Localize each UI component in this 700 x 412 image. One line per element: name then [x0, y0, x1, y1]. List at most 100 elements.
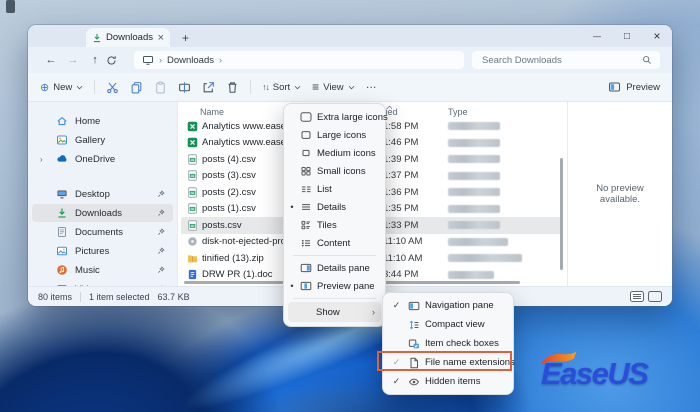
share-button[interactable] — [202, 81, 215, 94]
excel-file-icon — [187, 137, 198, 148]
preview-toggle-button[interactable]: Preview — [608, 81, 660, 93]
rename-button[interactable] — [178, 81, 191, 94]
sort-arrows-icon — [262, 82, 269, 93]
menu-item-label: List — [317, 183, 332, 195]
submenu-item-compact-view[interactable]: Compact view — [386, 315, 510, 334]
minimize-button[interactable] — [582, 25, 612, 47]
menu-item-show[interactable]: Show — [288, 302, 381, 322]
forward-button[interactable] — [62, 54, 84, 66]
menu-item-extra-large-icons[interactable]: Extra large icons — [287, 108, 388, 126]
tab-title: Downloads — [106, 32, 153, 43]
copy-button[interactable] — [130, 81, 143, 94]
back-button[interactable] — [40, 54, 62, 66]
file-name: tinified (13).zip — [202, 252, 264, 264]
sidebar-item-onedrive[interactable]: OneDrive — [32, 150, 173, 168]
sidebar-item-documents[interactable]: Documents — [32, 223, 173, 241]
breadcrumb-downloads[interactable]: Downloads — [167, 55, 214, 66]
view-button[interactable]: View — [312, 80, 354, 94]
details-view-toggle[interactable] — [630, 291, 644, 302]
address-bar[interactable]: Downloads — [134, 51, 464, 69]
sidebar-item-pictures[interactable]: Pictures — [32, 242, 173, 260]
toolbar-divider — [94, 80, 96, 94]
documents-icon — [56, 226, 68, 238]
refresh-button[interactable] — [106, 55, 128, 66]
redacted-type-value — [448, 270, 494, 279]
file-modified: 3:44 PM — [383, 269, 419, 281]
submenu-item-label: Item check boxes — [425, 338, 499, 349]
menu-item-label: Preview pane — [317, 280, 375, 292]
menu-item-details[interactable]: Details — [287, 198, 382, 216]
tab-downloads[interactable]: Downloads — [86, 28, 170, 47]
submenu-item-navigation-pane[interactable]: Navigation pane — [386, 296, 510, 315]
vertical-scrollbar[interactable] — [560, 158, 563, 270]
new-tab-button[interactable] — [182, 28, 189, 47]
doc-file-icon — [187, 269, 198, 280]
csv-file-icon — [187, 187, 198, 198]
sidebar-item-label: Music — [75, 264, 100, 276]
sidebar-item-label: Gallery — [75, 134, 106, 146]
file-modified: 1:35 PM — [383, 203, 419, 215]
redacted-type-value — [448, 254, 522, 263]
submenu-item-hidden-items[interactable]: Hidden items — [386, 372, 510, 391]
search-icon — [642, 55, 652, 65]
menu-item-label: Large icons — [317, 129, 367, 141]
item-check-boxes-icon — [408, 338, 420, 350]
large-thumbnails-view-toggle[interactable] — [648, 291, 662, 302]
sidebar-item-desktop[interactable]: Desktop — [32, 185, 173, 203]
navigation-bar: Downloads — [28, 47, 672, 73]
radio-indicator — [289, 281, 295, 292]
easeus-watermark: EaseUS — [540, 351, 649, 392]
content-icon — [300, 237, 312, 249]
menu-item-tiles[interactable]: Tiles — [287, 216, 382, 234]
redacted-type-value — [448, 204, 500, 213]
menu-item-medium-icons[interactable]: Medium icons — [287, 144, 382, 162]
sidebar-item-gallery[interactable]: Gallery — [32, 131, 173, 149]
maximize-button[interactable] — [612, 25, 642, 47]
csv-file-icon — [187, 154, 198, 165]
sidebar-item-downloads[interactable]: Downloads — [32, 204, 173, 222]
submenu-item-label: Hidden items — [425, 376, 481, 387]
preview-pane-icon — [300, 280, 312, 292]
redacted-type-value — [448, 155, 500, 164]
sidebar-item-music[interactable]: Music — [32, 261, 173, 279]
selection-count: 1 item selected — [89, 291, 150, 302]
column-header-name[interactable]: Name — [200, 107, 224, 117]
new-button[interactable]: New — [40, 81, 83, 94]
redacted-type-value — [448, 171, 500, 180]
pin-icon — [157, 190, 165, 198]
paste-button[interactable] — [154, 81, 167, 94]
delete-button[interactable] — [226, 81, 239, 94]
file-name: DRW PR (1).doc — [202, 269, 273, 281]
more-options-button[interactable] — [366, 78, 377, 96]
desktop-shortcut-icon[interactable] — [6, 0, 15, 13]
file-modified: 1:46 PM — [383, 137, 419, 149]
search-box[interactable] — [472, 51, 660, 69]
sort-label: Sort — [272, 81, 291, 93]
highlight-box-file-name-extensions — [377, 351, 512, 371]
redacted-type-value — [448, 138, 500, 147]
file-name: posts (2).csv — [202, 186, 256, 198]
new-label: New — [53, 81, 73, 93]
search-input[interactable] — [480, 53, 642, 67]
details-pane-icon — [300, 262, 312, 274]
list-icon — [300, 183, 312, 195]
menu-item-preview-pane[interactable]: Preview pane — [287, 277, 382, 295]
menu-item-large-icons[interactable]: Large icons — [287, 126, 382, 144]
redacted-type-value — [448, 188, 500, 197]
menu-item-content[interactable]: Content — [287, 234, 382, 252]
sidebar-item-home[interactable]: Home — [32, 112, 173, 130]
close-button[interactable] — [642, 25, 672, 47]
up-button[interactable] — [84, 54, 106, 66]
column-header-type[interactable]: Type — [448, 107, 468, 117]
menu-item-list[interactable]: List — [287, 180, 382, 198]
cut-button[interactable] — [106, 81, 119, 94]
onedrive-icon — [56, 153, 68, 165]
tab-close-icon[interactable] — [158, 32, 164, 44]
home-icon — [56, 115, 68, 127]
chevron-down-icon — [294, 85, 301, 89]
sort-button[interactable]: Sort — [262, 82, 301, 93]
expand-chevron-icon[interactable] — [40, 155, 43, 164]
preview-pane-icon — [609, 82, 621, 92]
menu-item-small-icons[interactable]: Small icons — [287, 162, 382, 180]
menu-item-details-pane[interactable]: Details pane — [287, 259, 382, 277]
